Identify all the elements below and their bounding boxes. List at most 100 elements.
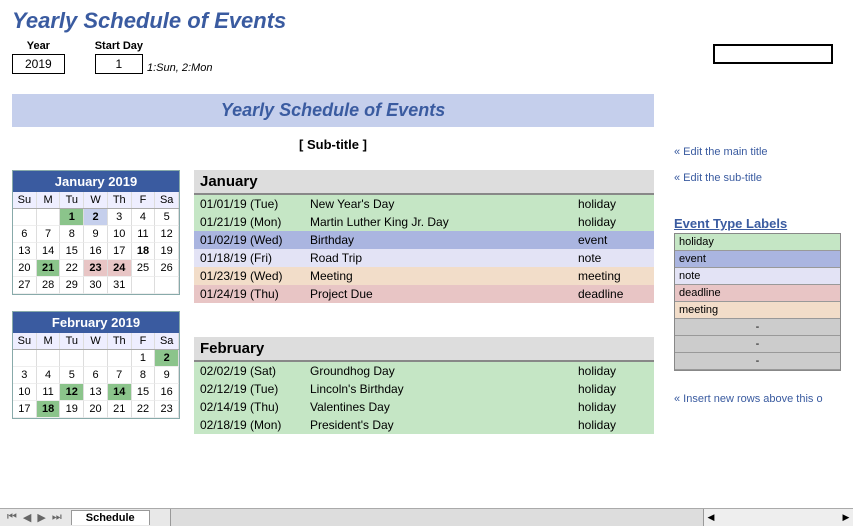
day-cell[interactable]: 18 [37, 401, 61, 418]
year-label: Year [12, 40, 65, 52]
tab-nav-first-icon[interactable]: ⏮ [4, 511, 20, 524]
event-type: holiday [578, 364, 648, 378]
tab-nav-prev-icon[interactable]: ◀ [20, 511, 34, 524]
event-row[interactable]: 01/18/19 (Fri)Road Tripnote [194, 249, 654, 267]
scroll-right-icon[interactable]: ▶ [839, 512, 853, 523]
day-cell[interactable]: 20 [13, 260, 37, 277]
day-cell[interactable]: 13 [13, 243, 37, 260]
etl-blank[interactable]: - [675, 319, 840, 336]
day-cell[interactable]: 8 [132, 367, 156, 384]
event-row[interactable]: 01/02/19 (Wed)Birthdayevent [194, 231, 654, 249]
day-cell[interactable] [108, 350, 132, 367]
day-cell[interactable] [37, 350, 61, 367]
day-cell[interactable]: 19 [60, 401, 84, 418]
day-cell[interactable]: 14 [108, 384, 132, 401]
day-cell[interactable]: 29 [60, 277, 84, 294]
day-cell[interactable] [84, 350, 108, 367]
banner-title[interactable]: Yearly Schedule of Events [12, 94, 654, 127]
day-cell[interactable]: 22 [60, 260, 84, 277]
day-cell[interactable] [60, 350, 84, 367]
day-cell[interactable]: 13 [84, 384, 108, 401]
day-cell[interactable] [155, 277, 179, 294]
day-cell[interactable] [132, 277, 156, 294]
day-cell[interactable]: 9 [155, 367, 179, 384]
tab-nav-next-icon[interactable]: ▶ [34, 511, 48, 524]
etl-blank[interactable]: - [675, 336, 840, 353]
day-cell[interactable]: 16 [155, 384, 179, 401]
day-cell[interactable]: 24 [108, 260, 132, 277]
day-cell[interactable]: 17 [13, 401, 37, 418]
event-desc: Martin Luther King Jr. Day [310, 215, 578, 229]
day-cell[interactable]: 7 [108, 367, 132, 384]
day-cell[interactable]: 8 [60, 226, 84, 243]
event-row[interactable]: 01/23/19 (Wed)Meetingmeeting [194, 267, 654, 285]
day-cell[interactable]: 9 [84, 226, 108, 243]
scroll-left-icon[interactable]: ◀ [704, 512, 718, 523]
event-row[interactable]: 02/02/19 (Sat)Groundhog Dayholiday [194, 362, 654, 380]
event-row[interactable]: 01/01/19 (Tue)New Year's Dayholiday [194, 195, 654, 213]
etl-note[interactable]: note [675, 268, 840, 285]
event-row[interactable]: 01/24/19 (Thu)Project Duedeadline [194, 285, 654, 303]
day-cell[interactable]: 31 [108, 277, 132, 294]
day-cell[interactable]: 10 [13, 384, 37, 401]
day-cell[interactable] [13, 350, 37, 367]
day-cell[interactable]: 14 [37, 243, 61, 260]
day-cell[interactable]: 25 [132, 260, 156, 277]
day-cell[interactable]: 2 [84, 209, 108, 226]
day-cell[interactable]: 22 [132, 401, 156, 418]
day-cell[interactable]: 10 [108, 226, 132, 243]
day-cell[interactable]: 1 [60, 209, 84, 226]
day-cell[interactable]: 12 [155, 226, 179, 243]
day-cell[interactable]: 26 [155, 260, 179, 277]
day-cell[interactable]: 2 [155, 350, 179, 367]
day-cell[interactable]: 11 [132, 226, 156, 243]
day-cell[interactable]: 15 [132, 384, 156, 401]
event-row[interactable]: 02/18/19 (Mon)President's Dayholiday [194, 416, 654, 434]
day-cell[interactable]: 1 [132, 350, 156, 367]
day-cell[interactable]: 19 [155, 243, 179, 260]
day-cell[interactable]: 21 [37, 260, 61, 277]
day-cell[interactable]: 12 [60, 384, 84, 401]
event-row[interactable]: 02/12/19 (Tue)Lincoln's Birthdayholiday [194, 380, 654, 398]
day-cell[interactable]: 3 [13, 367, 37, 384]
day-cell[interactable]: 4 [37, 367, 61, 384]
event-type: deadline [578, 287, 648, 301]
day-cell[interactable]: 18 [132, 243, 156, 260]
day-cell[interactable]: 16 [84, 243, 108, 260]
etl-meeting[interactable]: meeting [675, 302, 840, 319]
day-cell[interactable]: 30 [84, 277, 108, 294]
day-cell[interactable]: 23 [84, 260, 108, 277]
selected-cell[interactable] [713, 44, 833, 64]
day-cell[interactable] [37, 209, 61, 226]
tab-schedule[interactable]: Schedule [71, 510, 150, 525]
day-cell[interactable]: 6 [13, 226, 37, 243]
dow-cell: M [37, 333, 61, 349]
event-row[interactable]: 02/14/19 (Thu)Valentines Dayholiday [194, 398, 654, 416]
tab-nav-last-icon[interactable]: ⏭ [49, 511, 65, 524]
day-cell[interactable]: 5 [155, 209, 179, 226]
day-cell[interactable]: 3 [108, 209, 132, 226]
day-cell[interactable]: 7 [37, 226, 61, 243]
day-cell[interactable]: 17 [108, 243, 132, 260]
day-cell[interactable]: 5 [60, 367, 84, 384]
event-row[interactable]: 01/21/19 (Mon)Martin Luther King Jr. Day… [194, 213, 654, 231]
etl-deadline[interactable]: deadline [675, 285, 840, 302]
year-input[interactable]: 2019 [12, 54, 65, 74]
subtitle[interactable]: [ Sub-title ] [12, 137, 654, 152]
day-cell[interactable]: 6 [84, 367, 108, 384]
day-cell[interactable]: 27 [13, 277, 37, 294]
day-cell[interactable]: 23 [155, 401, 179, 418]
day-cell[interactable]: 20 [84, 401, 108, 418]
etl-blank[interactable]: - [675, 353, 840, 370]
day-cell[interactable]: 4 [132, 209, 156, 226]
horizontal-scrollbar[interactable]: ◀ ▶ [703, 509, 853, 526]
day-cell[interactable]: 15 [60, 243, 84, 260]
hint-edit-title: « Edit the main title [674, 146, 841, 158]
startday-input[interactable]: 1 [95, 54, 143, 74]
day-cell[interactable]: 28 [37, 277, 61, 294]
etl-event[interactable]: event [675, 251, 840, 268]
day-cell[interactable] [13, 209, 37, 226]
day-cell[interactable]: 21 [108, 401, 132, 418]
etl-holiday[interactable]: holiday [675, 234, 840, 251]
day-cell[interactable]: 11 [37, 384, 61, 401]
